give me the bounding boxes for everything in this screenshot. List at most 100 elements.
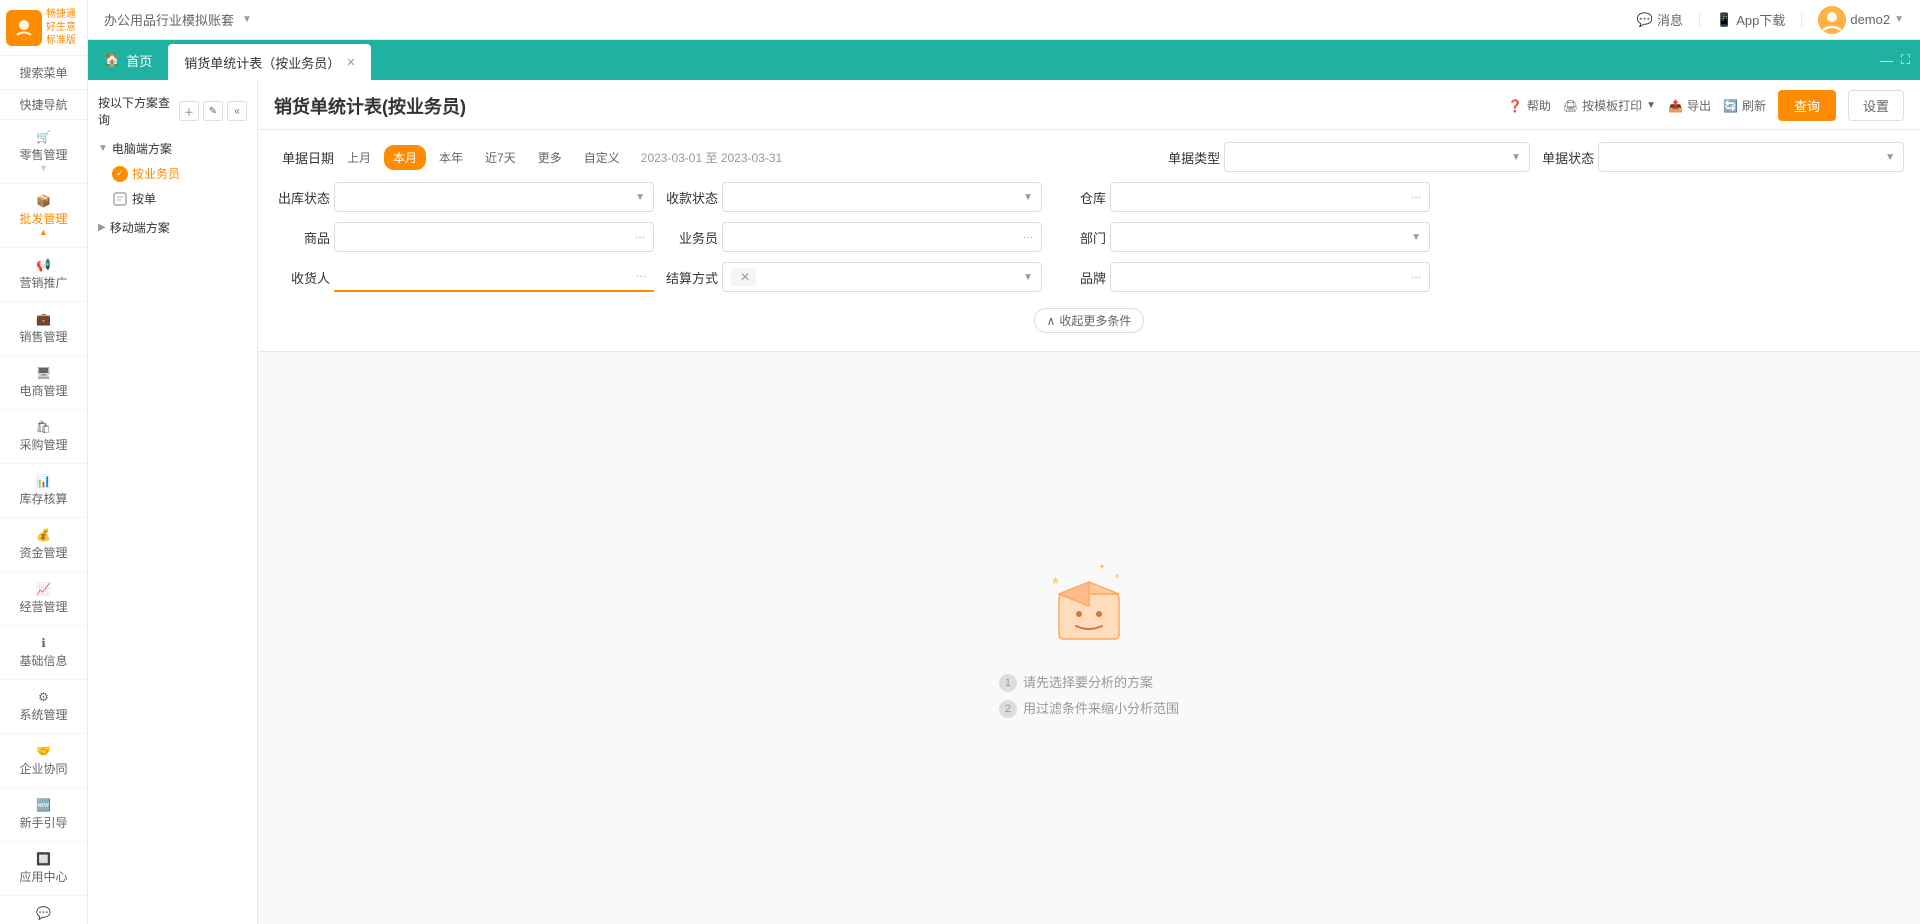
filter-row-3: 商品 ··· 业务员 ··· 部门 [274, 222, 1904, 252]
help-btn[interactable]: ❓ 帮助 [1508, 97, 1551, 114]
panel-icon-group: ＋ ✎ « [179, 101, 247, 121]
filter-row-4: 收货人 ··· 结算方式 ✕ ▼ [274, 262, 1904, 292]
message-btn[interactable]: 💬 消息 [1637, 10, 1683, 29]
breadcrumb: 办公用品行业模拟账套 [104, 10, 234, 29]
collapse-btn[interactable]: ∧ 收起更多条件 [1034, 308, 1145, 333]
goods-label: 商品 [274, 228, 330, 247]
empty-hints: 1 请先选择要分析的方案 2 用过滤条件来缩小分析范围 [999, 670, 1179, 722]
tree-item-order[interactable]: 按单 [108, 186, 257, 211]
warehouse-col: 仓库 ··· [1050, 182, 1430, 212]
add-scheme-icon[interactable]: ＋ [179, 101, 199, 121]
tab-close-icon[interactable]: ✕ [346, 56, 355, 69]
filter-area: 单据日期 上月 本月 本年 近7天 更多 自定义 2023-03-01 至 20… [258, 130, 1920, 352]
sidebar-logo: 畅捷通好生意 标准版 [0, 0, 87, 56]
sidebar-item-wholesale[interactable]: 📦 批发管理 ▲ [0, 184, 87, 248]
salesman-dots: ··· [1023, 232, 1033, 243]
search-menu[interactable]: 搜索菜单 [0, 56, 87, 90]
brand-col: 品牌 ··· [1050, 262, 1430, 292]
hint-num-2: 2 [999, 700, 1017, 718]
help-icon: ❓ [1508, 99, 1523, 113]
receipt-status-input[interactable]: ▼ [722, 182, 1042, 212]
tab-controls: — ⛶ [1880, 52, 1920, 68]
dept-input[interactable]: ▼ [1110, 222, 1430, 252]
home-icon: 🏠 [104, 52, 120, 68]
out-status-arrow: ▼ [635, 192, 645, 203]
message-icon: 💬 [1637, 12, 1653, 28]
sidebar-item-operations[interactable]: 📈 经营管理 [0, 572, 87, 626]
receiver-dots: ··· [636, 271, 646, 282]
brand-input[interactable]: ··· [1110, 262, 1430, 292]
settlement-col: 结算方式 ✕ ▼ [662, 262, 1042, 292]
settlement-arrow: ▼ [1023, 272, 1033, 283]
page-actions: ❓ 帮助 🖨 按模板打印 ▼ 📤 导出 🔄 [1508, 90, 1904, 121]
receiver-input[interactable]: ··· [334, 262, 654, 292]
template-print-btn[interactable]: 🖨 按模板打印 ▼ [1563, 97, 1656, 114]
logo-text: 畅捷通好生意 标准版 [46, 8, 81, 47]
wholesale-icon: 📦 [5, 194, 82, 208]
tree-group-pc[interactable]: ▼ 电脑端方案 [88, 136, 257, 161]
refresh-btn[interactable]: 🔄 刷新 [1723, 97, 1766, 114]
sidebar-item-marketing[interactable]: 📢 营销推广 [0, 248, 87, 302]
tree-item-salesman[interactable]: ✓ 按业务员 [108, 161, 257, 186]
date-btn-lastmonth[interactable]: 上月 [338, 145, 380, 170]
print-icon: 🖨 [1563, 99, 1578, 113]
receipt-status-col: 收款状态 ▼ [662, 182, 1042, 212]
quick-nav[interactable]: 快捷导航 [0, 90, 87, 120]
doc-type-input[interactable]: ▼ [1224, 142, 1530, 172]
tree-group-mobile[interactable]: ▶ 移动端方案 [88, 215, 257, 240]
sidebar-nav: 🛒 零售管理 ▼ 📦 批发管理 ▲ 📢 营销推广 💼 销售管理 🖥 电商管理 🛍… [0, 120, 87, 924]
sidebar-item-purchase[interactable]: 🛍 采购管理 [0, 410, 87, 464]
query-button[interactable]: 查询 [1778, 90, 1836, 121]
out-status-input[interactable]: ▼ [334, 182, 654, 212]
settings-button[interactable]: 设置 [1848, 90, 1904, 121]
collapse-panel-icon[interactable]: « [227, 101, 247, 121]
operations-icon: 📈 [5, 582, 82, 596]
content-area: 按以下方案查询 ＋ ✎ « ▼ 电脑端方案 ✓ 按业务员 [88, 80, 1920, 924]
export-icon: 📤 [1668, 99, 1683, 113]
date-btn-custom[interactable]: 自定义 [575, 145, 629, 170]
warehouse-input[interactable]: ··· [1110, 182, 1430, 212]
sidebar-item-sales[interactable]: 💼 销售管理 [0, 302, 87, 356]
sidebar-item-system[interactable]: ⚙ 系统管理 [0, 680, 87, 734]
export-btn[interactable]: 📤 导出 [1668, 97, 1711, 114]
tab-maximize-icon[interactable]: ⛶ [1901, 52, 1910, 68]
basic-icon: ℹ [5, 636, 82, 650]
goods-input[interactable]: ··· [334, 222, 654, 252]
user-menu[interactable]: demo2 ▼ [1818, 6, 1904, 34]
date-label: 单据日期 [274, 148, 334, 167]
date-btn-more[interactable]: 更多 [529, 145, 571, 170]
svg-text:★: ★ [1051, 576, 1060, 587]
breadcrumb-dropdown[interactable]: ▼ [242, 14, 252, 25]
sidebar-item-enterprise[interactable]: 🤝 企业协同 [0, 734, 87, 788]
tab-sales-stat[interactable]: 销货单统计表（按业务员） ✕ [168, 44, 371, 80]
doc-type-col: 单据类型 ▼ [1164, 142, 1530, 172]
guide-icon: 🆕 [5, 798, 82, 812]
sidebar-item-inventory[interactable]: 📊 库存核算 [0, 464, 87, 518]
receipt-status-arrow: ▼ [1023, 192, 1033, 203]
sidebar-item-finance[interactable]: 💰 资金管理 [0, 518, 87, 572]
sidebar-item-guide[interactable]: 🆕 新手引导 [0, 788, 87, 842]
sidebar-item-basic[interactable]: ℹ 基础信息 [0, 626, 87, 680]
sidebar-item-ecommerce[interactable]: 🖥 电商管理 [0, 356, 87, 410]
tab-home[interactable]: 🏠 首页 [88, 40, 168, 80]
page-title: 销货单统计表(按业务员) [274, 93, 466, 119]
hint-num-1: 1 [999, 674, 1017, 692]
sales-icon: 💼 [5, 312, 82, 326]
settlement-clear-icon[interactable]: ✕ [740, 270, 750, 284]
tab-minimize-icon[interactable]: — [1880, 53, 1893, 68]
doc-status-input[interactable]: ▼ [1598, 142, 1904, 172]
date-btn-thisyear[interactable]: 本年 [430, 145, 472, 170]
settlement-input[interactable]: ✕ ▼ [722, 262, 1042, 292]
date-btn-thismonth[interactable]: 本月 [384, 145, 426, 170]
salesman-col: 业务员 ··· [662, 222, 1042, 252]
sidebar-item-wechat[interactable]: 💬 企业微信 [0, 896, 87, 924]
salesman-input[interactable]: ··· [722, 222, 1042, 252]
purchase-icon: 🛍 [5, 420, 82, 434]
app-download-btn[interactable]: 📱 App下载 [1716, 10, 1785, 29]
sidebar-item-retail[interactable]: 🛒 零售管理 ▼ [0, 120, 87, 184]
sidebar-item-apps[interactable]: 🔲 应用中心 [0, 842, 87, 896]
tab-sales-label: 销货单统计表（按业务员） [184, 53, 340, 72]
edit-scheme-icon[interactable]: ✎ [203, 101, 223, 121]
settlement-tag: ✕ [731, 268, 756, 286]
date-btn-7days[interactable]: 近7天 [476, 145, 525, 170]
